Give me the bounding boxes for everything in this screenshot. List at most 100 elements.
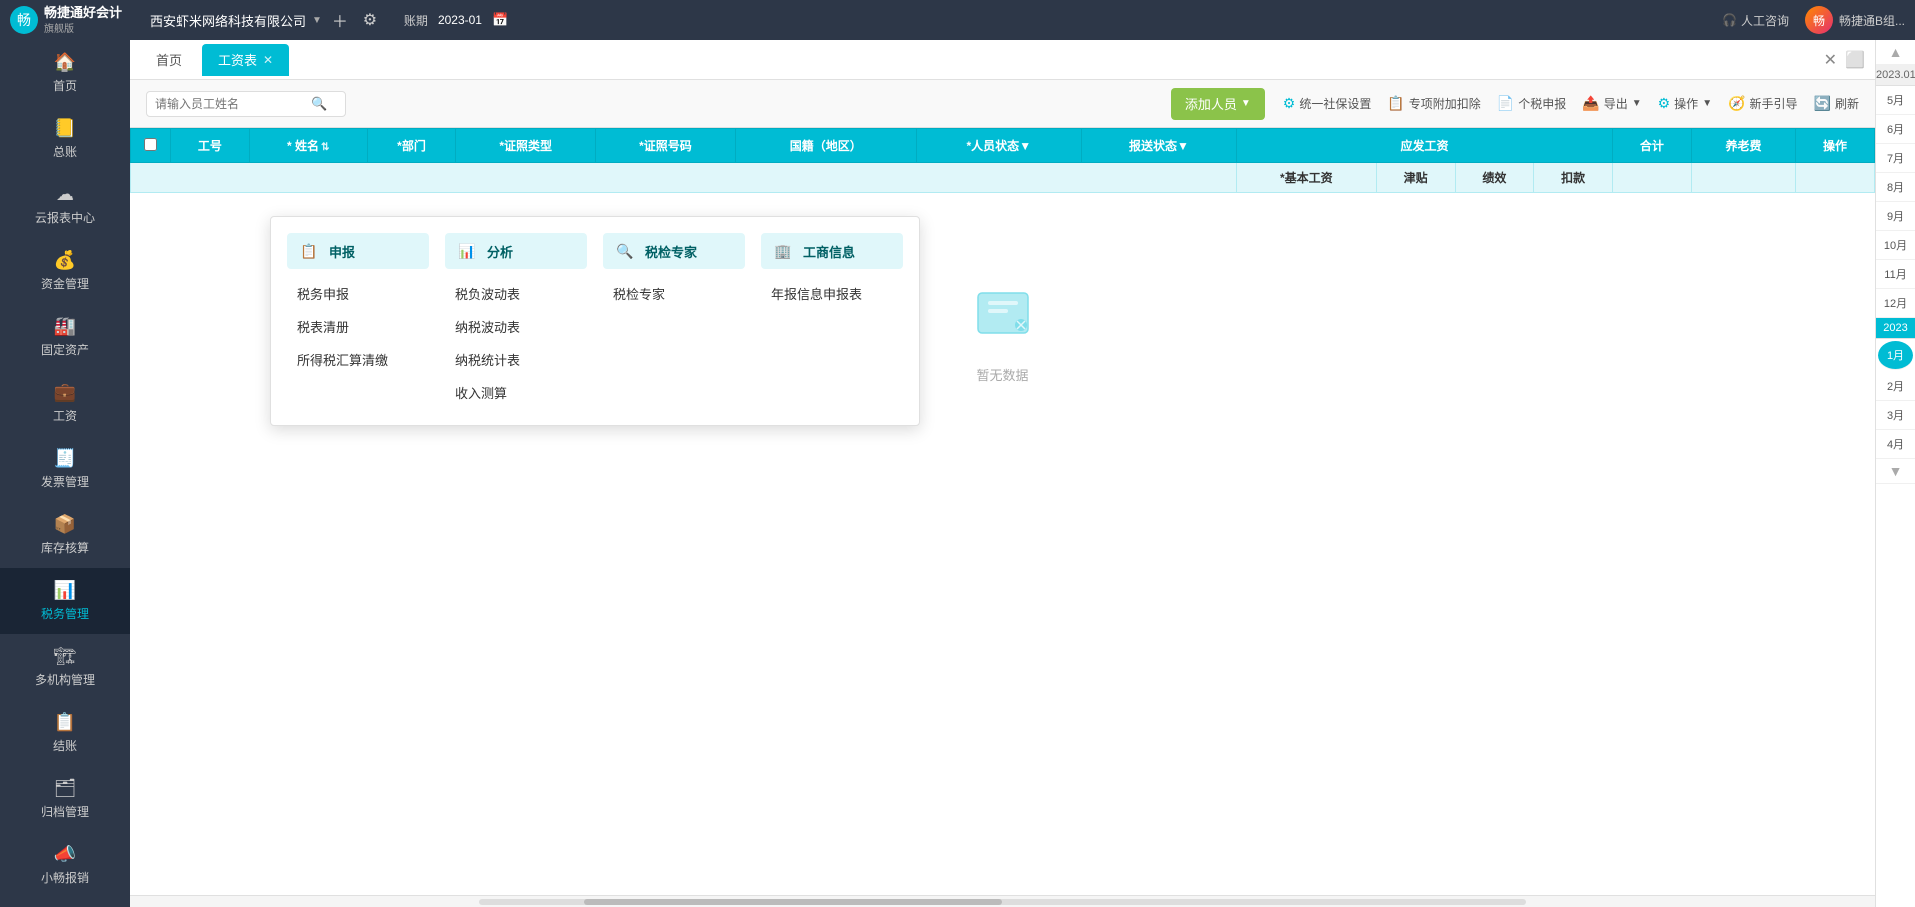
company-selector[interactable]: 西安虾米网络科技有限公司 ▼ ＋ ⚙ 账期 2023-01 📅 [150,8,508,32]
menu-item-annual-tax[interactable]: 所得税汇算清缴 [287,343,429,376]
search-icon[interactable]: 🔍 [311,96,327,112]
add-person-button[interactable]: 添加人员 ▼ [1171,88,1265,120]
col-id-type: *证照类型 [456,129,596,163]
dropdown-section-declaration: 📋 申报 税务申报 税表清册 所得税汇算清缴 [287,233,429,409]
sidebar-item-funds[interactable]: 💰 资金管理 [0,238,130,304]
sidebar: 🏠 首页 📒 总账 ☁ 云报表中心 💰 资金管理 🏭 固定资产 💼 工资 🧾 发… [0,40,130,907]
table-container: 工号 * 姓名⇅ *部门 *证照类型 *证照号码 国籍（地区） *人员状态▼ 报… [130,128,1875,907]
sidebar-label-salary: 工资 [53,407,77,424]
service-btn[interactable]: 🎧 人工咨询 [1722,12,1789,29]
tab-salary[interactable]: 工资表 ✕ [202,44,289,76]
menu-item-annual-report[interactable]: 年报信息申报表 [761,277,903,310]
sidebar-item-expense[interactable]: 📣 小畅报销 [0,832,130,898]
deduction-btn[interactable]: 📋 专项附加扣除 [1387,95,1480,112]
time-month-3[interactable]: 3月 [1876,401,1915,430]
sidebar-item-home[interactable]: 🏠 首页 [0,40,130,106]
sidebar-item-settings[interactable]: ⚙ 基础设置 [0,898,130,907]
cloud-icon: ☁ [56,184,74,205]
service-label: 人工咨询 [1741,12,1789,29]
menu-item-tax-table[interactable]: 税表清册 [287,310,429,343]
operation-btn[interactable]: ⚙ 操作 ▼ [1658,95,1712,112]
company-dropdown-icon[interactable]: ▼ [312,15,322,26]
expense-icon: 📣 [54,844,76,865]
time-month-11[interactable]: 11月 [1876,260,1915,289]
sidebar-item-invoice[interactable]: 🧾 发票管理 [0,436,130,502]
time-month-2[interactable]: 2月 [1876,372,1915,401]
social-insurance-btn[interactable]: ⚙ 统一社保设置 [1283,95,1372,112]
time-month-6[interactable]: 6月 [1876,115,1915,144]
col-report-status[interactable]: 报送状态▼ [1081,129,1236,163]
time-month-12[interactable]: 12月 [1876,289,1915,318]
sidebar-item-assets[interactable]: 🏭 固定资产 [0,304,130,370]
user-info[interactable]: 畅 畅捷通B组... [1805,6,1905,34]
col-person-status[interactable]: *人员状态▼ [916,129,1081,163]
time-month-9[interactable]: 9月 [1876,202,1915,231]
tab-close-icon[interactable]: ✕ [263,53,273,67]
sidebar-item-close[interactable]: 📋 结账 [0,700,130,766]
menu-item-tax-payment[interactable]: 纳税波动表 [445,310,587,343]
col-name[interactable]: * 姓名⇅ [249,129,367,163]
sidebar-label-funds: 资金管理 [41,275,89,292]
sidebar-item-multi[interactable]: 🏗 多机构管理 [0,634,130,700]
time-month-4[interactable]: 4月 [1876,430,1915,459]
search-input[interactable] [155,97,305,111]
time-month-7[interactable]: 7月 [1876,144,1915,173]
export-btn[interactable]: 📤 导出 ▼ [1582,95,1641,112]
sidebar-item-archive[interactable]: 🗂 归档管理 [0,766,130,832]
horizontal-scrollbar[interactable] [130,895,1875,907]
guide-btn[interactable]: 🧭 新手引导 [1728,95,1797,112]
operation-arrow-icon: ▼ [1702,98,1712,109]
deduction-label: 专项附加扣除 [1409,95,1481,112]
tab-home[interactable]: 首页 [140,44,198,76]
sidebar-item-ledger[interactable]: 📒 总账 [0,106,130,172]
sidebar-item-salary[interactable]: 💼 工资 [0,370,130,436]
col-operation: 操作 [1796,129,1875,163]
tax-report-btn[interactable]: 📄 个税申报 [1497,95,1566,112]
empty-icon [963,273,1043,353]
name-sort-icon: ⇅ [321,142,329,153]
user-avatar: 畅 [1805,6,1833,34]
archive-icon: 🗂 [54,778,77,799]
toolbar-actions: ⚙ 统一社保设置 📋 专项附加扣除 📄 个税申报 📤 导出 ▼ ⚙ [1283,95,1859,112]
headset-icon: 🎧 [1722,13,1737,27]
menu-item-tax-declaration[interactable]: 税务申报 [287,277,429,310]
menu-item-tax-stats[interactable]: 纳税统计表 [445,343,587,376]
select-all-checkbox[interactable] [144,138,157,151]
time-month-5[interactable]: 5月 [1876,86,1915,115]
time-month-8[interactable]: 8月 [1876,173,1915,202]
settings-icon[interactable]: ⚙ [358,8,382,32]
window-maximize-icon[interactable]: ⬜ [1845,50,1865,70]
time-nav-down[interactable]: ▼ [1876,459,1915,484]
expert-section-title: 税检专家 [645,242,697,261]
business-section-title: 工商信息 [803,242,855,261]
sidebar-label-tax: 税务管理 [41,605,89,622]
close-books-icon: 📋 [54,712,76,733]
window-minimize-icon[interactable]: ✕ [1824,50,1837,70]
select-all-checkbox-header[interactable] [131,129,171,163]
report-status-filter-icon: ▼ [1177,139,1189,153]
time-month-10[interactable]: 10月 [1876,231,1915,260]
col-pension: 养老费 [1691,129,1795,163]
add-company-icon[interactable]: ＋ [328,8,352,32]
declaration-section-title: 申报 [329,242,355,261]
col-total: 合计 [1613,129,1692,163]
empty-svg [963,273,1043,353]
empty-text: 暂无数据 [976,365,1028,384]
sidebar-item-inventory[interactable]: 📦 库存核算 [0,502,130,568]
time-month-1-active[interactable]: 1月 [1878,341,1913,370]
export-icon: 📤 [1582,95,1599,112]
sidebar-item-tax[interactable]: 📊 税务管理 [0,568,130,634]
menu-item-tax-fluctuation[interactable]: 税负波动表 [445,277,587,310]
toolbar: 🔍 添加人员 ▼ ⚙ 统一社保设置 📋 专项附加扣除 📄 个税申报 [130,80,1875,128]
section-header-business: 🏢 工商信息 [761,233,903,269]
logo-area: 畅 畅捷通好会计 旗舰版 [10,5,140,36]
time-nav-up[interactable]: ▲ [1876,40,1915,65]
sidebar-label-ledger: 总账 [53,143,77,160]
calendar-icon[interactable]: 📅 [492,12,508,28]
refresh-btn[interactable]: 🔄 刷新 [1814,95,1859,112]
menu-item-expert[interactable]: 税检专家 [603,277,745,310]
tab-salary-label: 工资表 [218,50,257,69]
sidebar-item-cloud[interactable]: ☁ 云报表中心 [0,172,130,238]
sidebar-label-invoice: 发票管理 [41,473,89,490]
menu-item-income-calc[interactable]: 收入测算 [445,376,587,409]
